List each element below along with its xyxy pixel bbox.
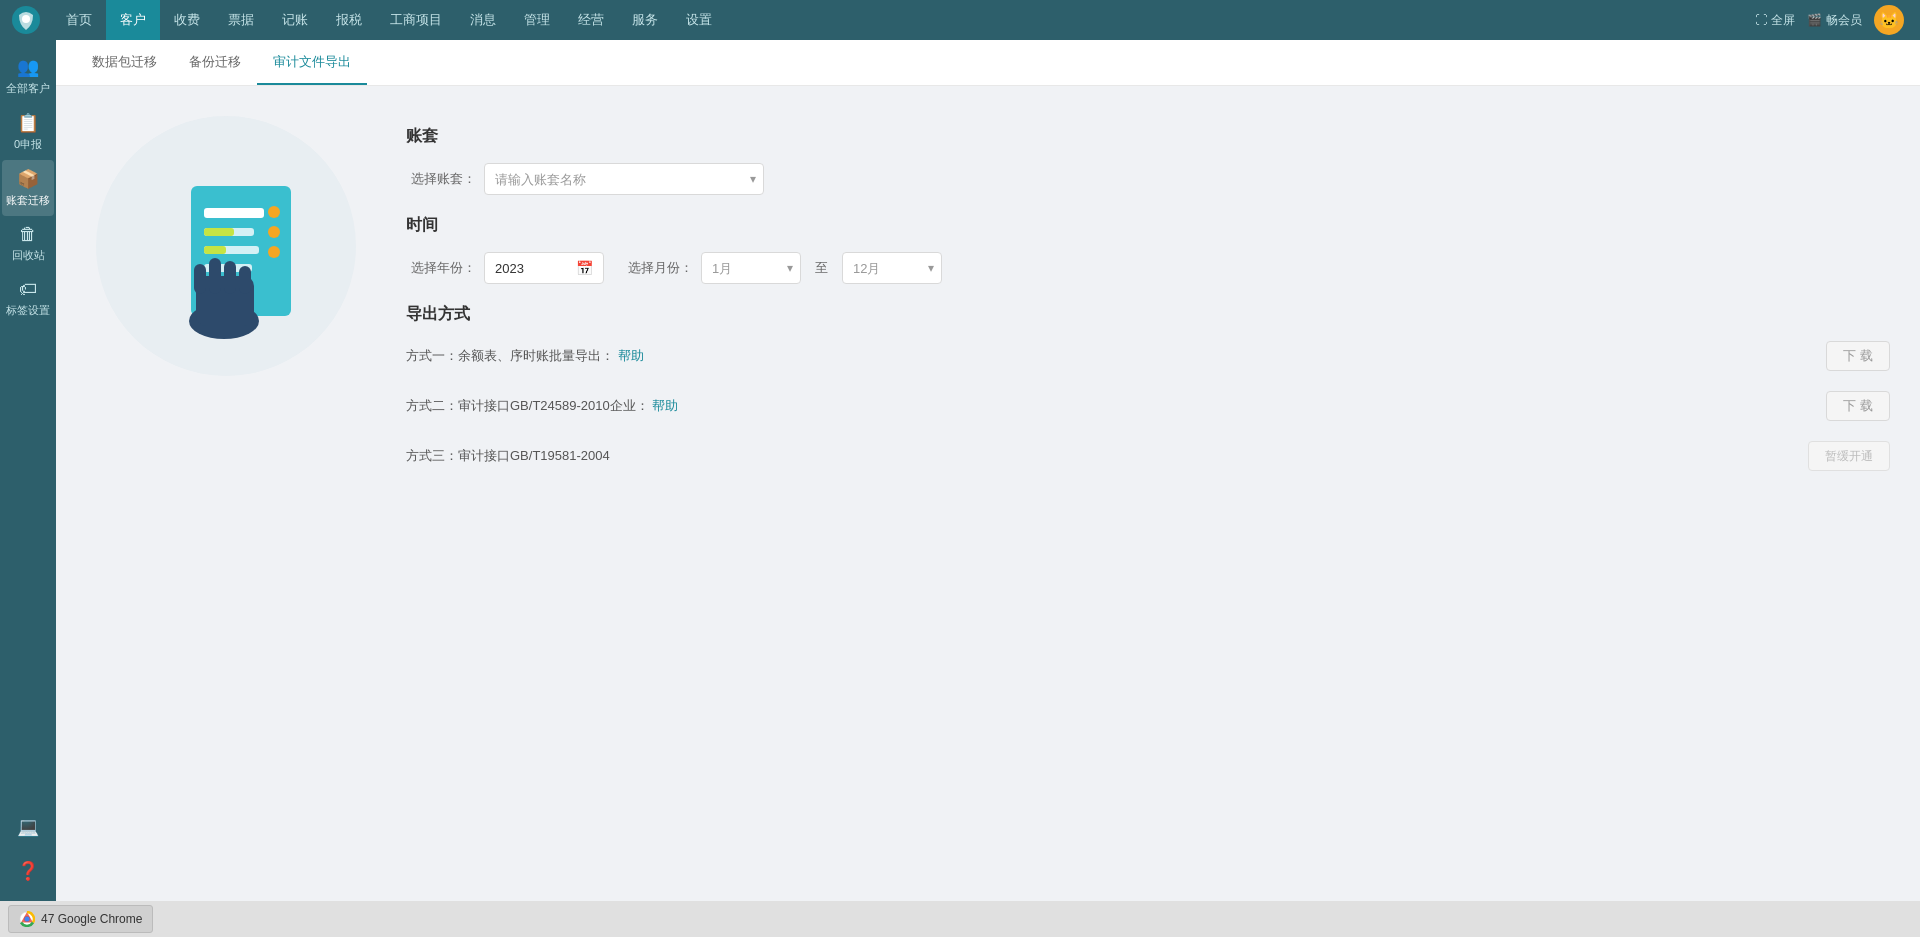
nav-service[interactable]: 服务: [618, 0, 672, 40]
method2-download-button[interactable]: 下 载: [1826, 391, 1890, 421]
year-input[interactable]: 2023 📅: [484, 252, 604, 284]
sidebar-download-icon[interactable]: 💻: [10, 809, 46, 845]
sidebar-item-recycle[interactable]: 🗑 回收站: [2, 216, 54, 271]
svg-point-20: [25, 917, 30, 922]
month-to-wrapper: 1月 2月 3月 4月 5月 6月 7月 8月 9月 10月 11月 12月: [842, 252, 942, 284]
nav-right-area: ⛶ 全屏 🎬 畅会员 🐱: [1755, 5, 1920, 35]
method2-help-link[interactable]: 帮助: [652, 398, 678, 413]
account-label: 选择账套：: [406, 170, 476, 188]
svg-point-1: [22, 15, 30, 23]
tag-settings-icon: 🏷: [19, 279, 37, 300]
tab-backup-migrate[interactable]: 备份迁移: [173, 41, 257, 85]
vip-icon: 🎬: [1807, 13, 1822, 27]
sidebar-item-tag-settings[interactable]: 🏷 标签设置: [2, 271, 54, 326]
sidebar-help-icon[interactable]: ❓: [10, 853, 46, 889]
time-section-title: 时间: [406, 215, 1890, 236]
taskbar-chrome-item[interactable]: 47 Google Chrome: [8, 905, 153, 933]
nav-business[interactable]: 工商项目: [376, 0, 456, 40]
export-method-2: 方式二：审计接口GB/T24589-2010企业： 帮助 下 载: [406, 391, 1890, 421]
nav-settings[interactable]: 设置: [672, 0, 726, 40]
illustration-area: [86, 116, 366, 376]
export-method-1: 方式一：余额表、序时账批量导出： 帮助 下 载: [406, 341, 1890, 371]
account-migrate-icon: 📦: [17, 168, 39, 190]
svg-rect-17: [239, 266, 251, 294]
vip-button[interactable]: 🎬 畅会员: [1807, 12, 1862, 29]
nav-manage[interactable]: 管理: [510, 0, 564, 40]
calendar-icon: 📅: [576, 260, 593, 276]
method1-help-link[interactable]: 帮助: [618, 348, 644, 363]
svg-rect-16: [224, 261, 236, 294]
year-label: 选择年份：: [406, 259, 476, 277]
month-from-wrapper: 1月 2月 3月 4月 5月 6月 7月 8月 9月 10月 11月 12月: [701, 252, 801, 284]
year-value: 2023: [495, 261, 524, 276]
chrome-icon: [19, 911, 35, 927]
method1-label: 方式一：余额表、序时账批量导出： 帮助: [406, 347, 1814, 365]
sidebar-item-zero-declare[interactable]: 📋 0申报: [2, 104, 54, 160]
form-area: 账套 选择账套： 请输入账套名称 ▾ 时间 选择年份： 2023: [406, 116, 1890, 491]
account-select-wrapper: 请输入账套名称 ▾: [484, 163, 764, 195]
method3-label: 方式三：审计接口GB/T19581-2004: [406, 447, 1796, 465]
zero-declare-label: 0申报: [14, 137, 42, 152]
account-row: 选择账套： 请输入账套名称 ▾: [406, 163, 1890, 195]
svg-point-9: [268, 246, 280, 258]
user-avatar[interactable]: 🐱: [1874, 5, 1904, 35]
account-select[interactable]: 请输入账套名称: [484, 163, 764, 195]
nav-items: 首页 客户 收费 票据 记账 报税 工商项目 消息 管理 经营 服务 设置: [52, 0, 1755, 40]
zero-declare-icon: 📋: [17, 112, 39, 134]
tab-data-migrate[interactable]: 数据包迁移: [76, 41, 173, 85]
method1-download-button[interactable]: 下 载: [1826, 341, 1890, 371]
nav-message[interactable]: 消息: [456, 0, 510, 40]
tab-audit-export[interactable]: 审计文件导出: [257, 41, 367, 85]
illustration-circle: [96, 116, 356, 376]
nav-operation[interactable]: 经营: [564, 0, 618, 40]
method2-text: 方式二：审计接口GB/T24589-2010企业：: [406, 398, 649, 413]
fullscreen-button[interactable]: ⛶ 全屏: [1755, 12, 1795, 29]
export-method-3: 方式三：审计接口GB/T19581-2004 暂缓开通: [406, 441, 1890, 471]
taskbar-chrome-label: 47 Google Chrome: [41, 912, 142, 926]
svg-point-8: [268, 226, 280, 238]
taskbar: 47 Google Chrome: [0, 901, 1920, 937]
top-navigation: 首页 客户 收费 票据 记账 报税 工商项目 消息 管理 经营 服务 设置 ⛶ …: [0, 0, 1920, 40]
recycle-label: 回收站: [12, 248, 45, 263]
nav-bookkeeping[interactable]: 记账: [268, 0, 322, 40]
method3-pending-button[interactable]: 暂缓开通: [1808, 441, 1890, 471]
nav-home[interactable]: 首页: [52, 0, 106, 40]
svg-rect-15: [209, 258, 221, 294]
fullscreen-label: 全屏: [1771, 12, 1795, 29]
nav-customer[interactable]: 客户: [106, 0, 160, 40]
to-label: 至: [809, 259, 834, 277]
account-migrate-label: 账套迁移: [6, 193, 50, 208]
month-label: 选择月份：: [628, 259, 693, 277]
main-layout: 👥 全部客户 📋 0申报 📦 账套迁移 🗑 回收站 🏷 标签设置 💻 ❓ 数据包…: [0, 40, 1920, 901]
sidebar-item-all-customers[interactable]: 👥 全部客户: [2, 48, 54, 104]
all-customers-label: 全部客户: [6, 81, 50, 96]
nav-invoice[interactable]: 票据: [214, 0, 268, 40]
nav-tax[interactable]: 报税: [322, 0, 376, 40]
all-customers-icon: 👥: [17, 56, 39, 78]
sidebar-bottom: 💻 ❓: [10, 809, 46, 889]
time-row: 选择年份： 2023 📅 选择月份： 1月 2月 3月 4月 5月 6: [406, 252, 1890, 284]
month-from-select[interactable]: 1月 2月 3月 4月 5月 6月 7月 8月 9月 10月 11月 12月: [701, 252, 801, 284]
content-area: 数据包迁移 备份迁移 审计文件导出: [56, 40, 1920, 901]
svg-point-7: [268, 206, 280, 218]
svg-rect-10: [204, 228, 234, 236]
method1-text: 方式一：余额表、序时账批量导出：: [406, 348, 614, 363]
svg-rect-11: [204, 246, 226, 254]
vip-label: 畅会员: [1826, 12, 1862, 29]
export-section-title: 导出方式: [406, 304, 1890, 325]
fullscreen-icon: ⛶: [1755, 13, 1767, 27]
recycle-icon: 🗑: [19, 224, 37, 245]
tag-settings-label: 标签设置: [6, 303, 50, 318]
svg-rect-3: [204, 208, 264, 218]
method2-label: 方式二：审计接口GB/T24589-2010企业： 帮助: [406, 397, 1814, 415]
sidebar: 👥 全部客户 📋 0申报 📦 账套迁移 🗑 回收站 🏷 标签设置 💻 ❓: [0, 40, 56, 901]
app-logo: [8, 2, 44, 38]
page-content: 账套 选择账套： 请输入账套名称 ▾ 时间 选择年份： 2023: [56, 86, 1920, 901]
tab-bar: 数据包迁移 备份迁移 审计文件导出: [56, 40, 1920, 86]
sidebar-item-account-migrate[interactable]: 📦 账套迁移: [2, 160, 54, 216]
svg-rect-14: [194, 264, 206, 294]
nav-fee[interactable]: 收费: [160, 0, 214, 40]
month-to-select[interactable]: 1月 2月 3月 4月 5月 6月 7月 8月 9月 10月 11月 12月: [842, 252, 942, 284]
account-section-title: 账套: [406, 126, 1890, 147]
